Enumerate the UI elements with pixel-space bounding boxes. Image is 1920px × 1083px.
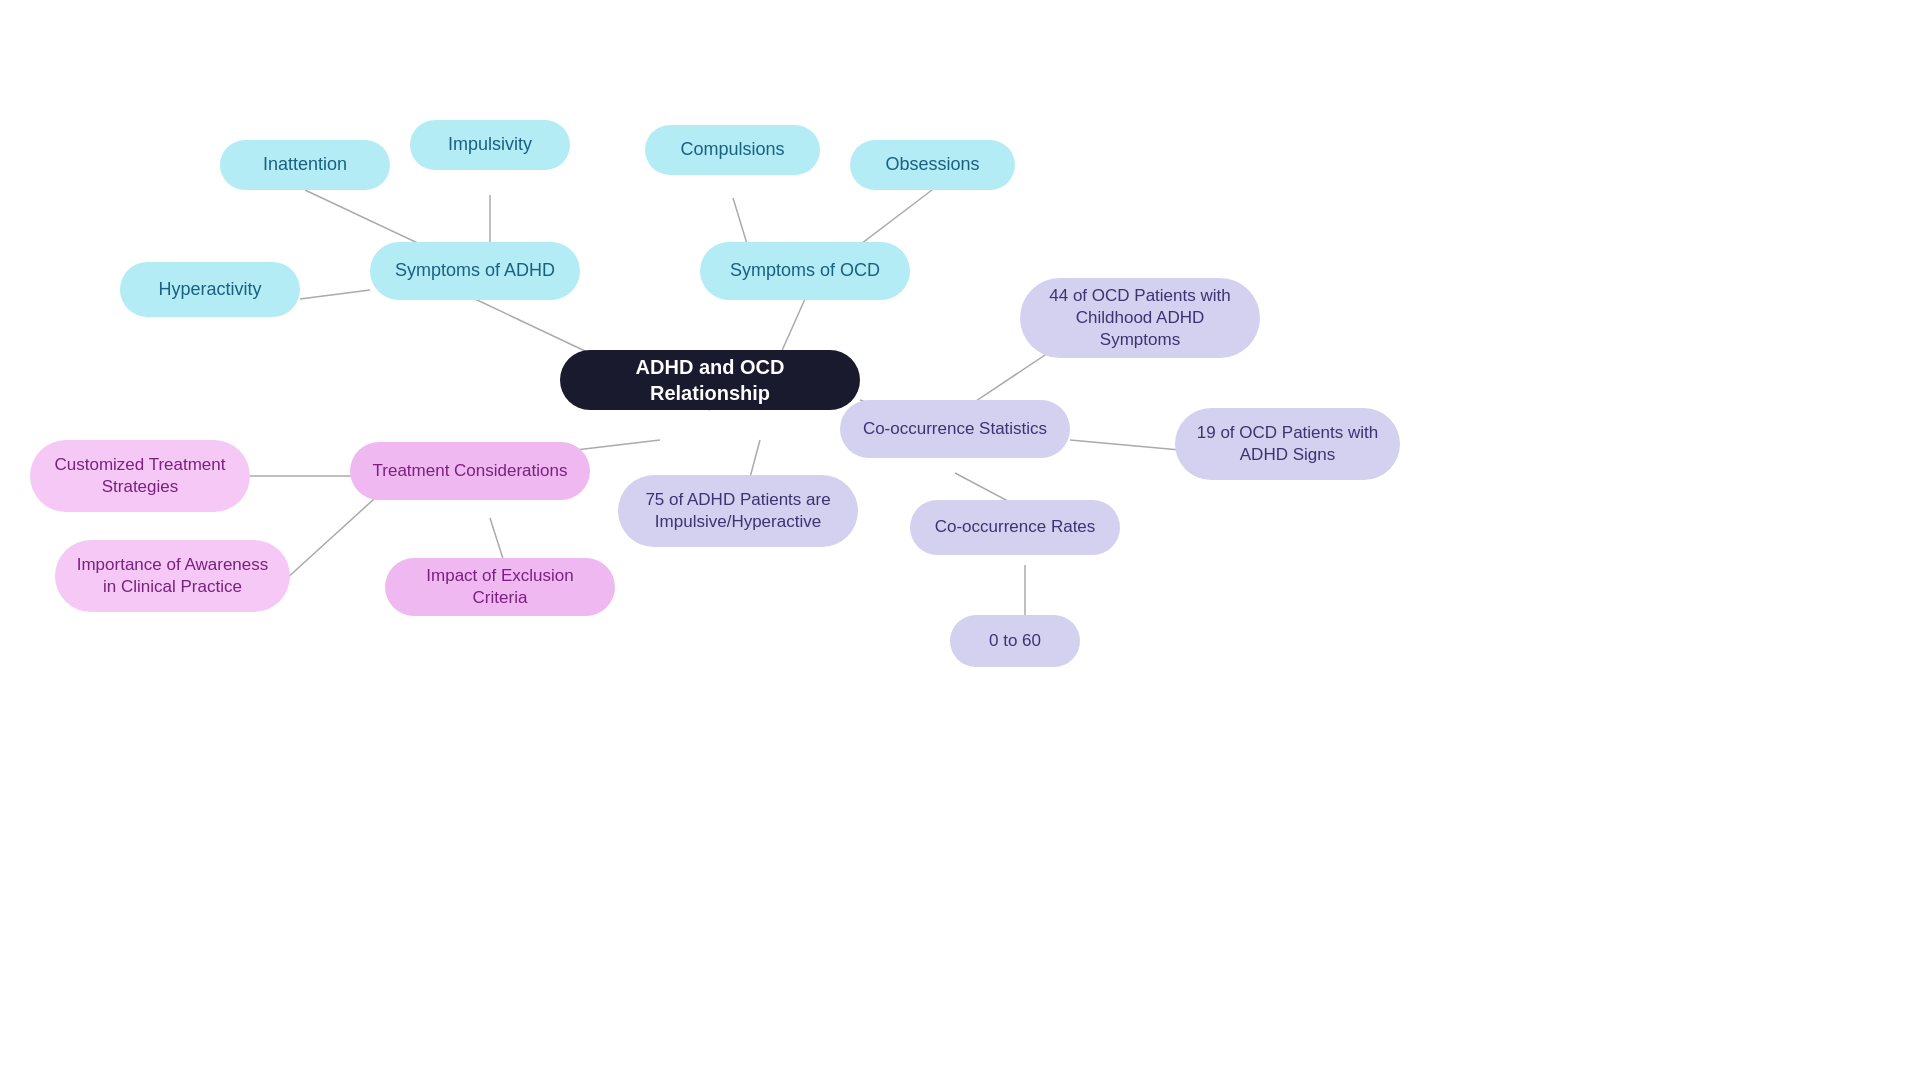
- hyperactivity-node[interactable]: Hyperactivity: [120, 262, 300, 317]
- center-node[interactable]: ADHD and OCD Relationship: [560, 350, 860, 410]
- customized-treatment-node[interactable]: Customized Treatment Strategies: [30, 440, 250, 512]
- patients-75-node[interactable]: 75 of ADHD Patients are Impulsive/Hypera…: [618, 475, 858, 547]
- impact-exclusion-node[interactable]: Impact of Exclusion Criteria: [385, 558, 615, 616]
- importance-awareness-node[interactable]: Importance of Awareness in Clinical Prac…: [55, 540, 290, 612]
- svg-line-4: [300, 290, 370, 299]
- impulsivity-node[interactable]: Impulsivity: [410, 120, 570, 170]
- patients-19-node[interactable]: 19 of OCD Patients with ADHD Signs: [1175, 408, 1400, 480]
- svg-line-13: [1070, 440, 1180, 450]
- inattention-node[interactable]: Inattention: [220, 140, 390, 190]
- cooccurrence-rates-node[interactable]: Co-occurrence Rates: [910, 500, 1120, 555]
- symptoms-adhd-node[interactable]: Symptoms of ADHD: [370, 242, 580, 300]
- obsessions-node[interactable]: Obsessions: [850, 140, 1015, 190]
- compulsions-node[interactable]: Compulsions: [645, 125, 820, 175]
- patients-44-node[interactable]: 44 of OCD Patients with Childhood ADHD S…: [1020, 278, 1260, 358]
- treatment-considerations-node[interactable]: Treatment Considerations: [350, 442, 590, 500]
- svg-line-9: [285, 489, 385, 580]
- zero-to-sixty-node[interactable]: 0 to 60: [950, 615, 1080, 667]
- cooccurrence-stats-node[interactable]: Co-occurrence Statistics: [840, 400, 1070, 458]
- symptoms-ocd-node[interactable]: Symptoms of OCD: [700, 242, 910, 300]
